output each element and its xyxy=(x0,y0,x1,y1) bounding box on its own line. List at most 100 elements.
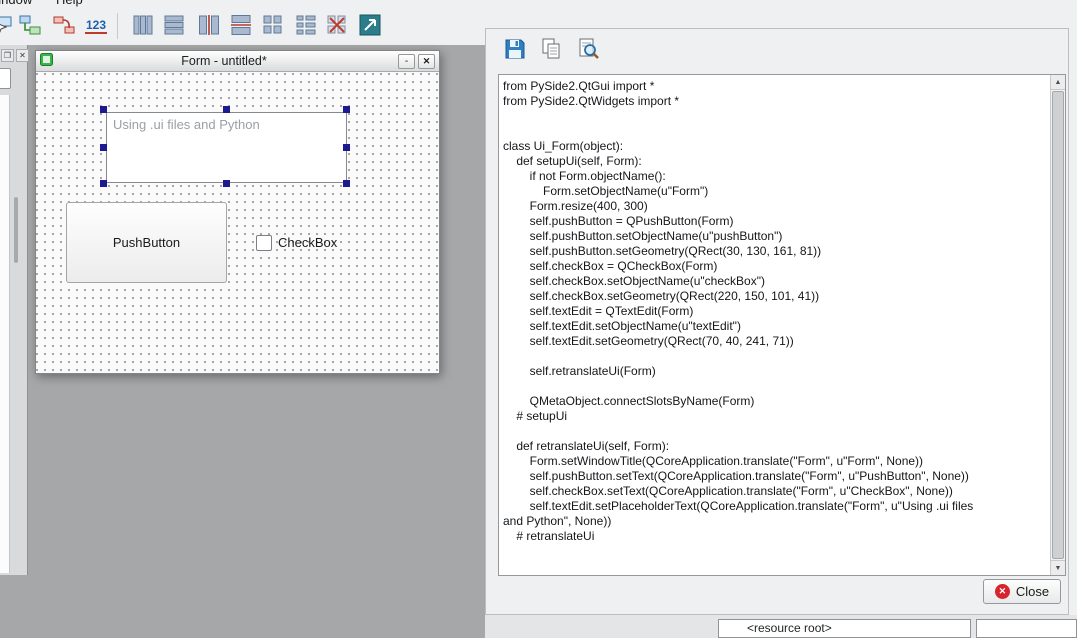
selection-handle-se[interactable] xyxy=(343,180,350,187)
scroll-down-icon[interactable]: ▼ xyxy=(1051,560,1065,575)
code-line: class Ui_Form(object): xyxy=(503,139,1048,154)
close-window-button[interactable]: ✕ xyxy=(418,54,435,69)
edit-tab-order-button[interactable]: 123 xyxy=(82,11,110,41)
code-line: self.checkBox.setText(QCoreApplication.t… xyxy=(503,484,1048,499)
code-line: from PySide2.QtGui import * xyxy=(503,79,1048,94)
layout-form-button[interactable] xyxy=(292,11,320,41)
break-layout-button[interactable] xyxy=(323,11,351,41)
menubar: Window Help xyxy=(0,0,485,8)
edit-widgets-icon xyxy=(0,14,13,39)
save-code-button[interactable] xyxy=(500,35,530,65)
layout-horizontal-splitter-button[interactable] xyxy=(195,11,223,41)
edit-buddies-icon xyxy=(52,13,76,40)
code-line: self.textEdit.setGeometry(QRect(70, 40, … xyxy=(503,334,1048,349)
form-window-icon xyxy=(40,53,53,69)
dock-close-button[interactable]: ✕ xyxy=(16,49,29,62)
widget-box-dock: ❐ ✕ xyxy=(0,45,28,575)
code-scrollbar[interactable]: ▲ ▼ xyxy=(1050,75,1065,575)
code-line: Form.setObjectName(u"Form") xyxy=(503,184,1048,199)
adjust-size-icon xyxy=(358,13,382,40)
scroll-up-icon[interactable]: ▲ xyxy=(1051,75,1065,90)
selection-handle-n[interactable] xyxy=(223,106,230,113)
edit-widgets-button[interactable] xyxy=(0,11,16,41)
layout-horizontal-splitter-icon xyxy=(197,13,221,40)
menu-window[interactable]: Window xyxy=(0,0,32,7)
close-button-label: Close xyxy=(1016,584,1049,599)
code-line xyxy=(503,379,1048,394)
qt-designer-screen: Window Help 123 xyxy=(0,0,1077,638)
close-button[interactable]: ✕ Close xyxy=(983,579,1061,604)
code-line xyxy=(503,124,1048,139)
code-line: self.pushButton.setGeometry(QRect(30, 13… xyxy=(503,244,1048,259)
code-view[interactable]: from PySide2.QtGui import *from PySide2.… xyxy=(498,74,1066,576)
code-line xyxy=(503,349,1048,364)
pushbutton-widget[interactable]: PushButton xyxy=(66,202,227,283)
code-dialog-toolbar xyxy=(500,35,604,65)
code-line: self.checkBox.setObjectName(u"checkBox") xyxy=(503,274,1048,289)
layout-form-icon xyxy=(294,13,318,40)
code-line: def retranslateUi(self, Form): xyxy=(503,439,1048,454)
code-line: Form.resize(400, 300) xyxy=(503,199,1048,214)
code-line xyxy=(503,109,1048,124)
dock-float-button[interactable]: ❐ xyxy=(1,49,14,62)
scrollbar-thumb[interactable] xyxy=(1052,91,1064,559)
code-line: self.pushButton.setObjectName(u"pushButt… xyxy=(503,229,1048,244)
toolbar-separator xyxy=(117,13,118,39)
selection-handle-s[interactable] xyxy=(223,180,230,187)
edit-signals-slots-icon xyxy=(18,13,42,40)
copy-code-button[interactable] xyxy=(537,35,567,65)
code-line: from PySide2.QtWidgets import * xyxy=(503,94,1048,109)
code-line: QMetaObject.connectSlotsByName(Form) xyxy=(503,394,1048,409)
widget-box-list[interactable] xyxy=(0,95,10,573)
checkbox-label: CheckBox xyxy=(278,235,337,250)
resource-editor-strip: <resource root> xyxy=(485,615,1077,638)
code-text: from PySide2.QtGui import *from PySide2.… xyxy=(499,75,1050,575)
resource-root-item[interactable]: <resource root> xyxy=(747,621,832,635)
code-line: Form.setWindowTitle(QCoreApplication.tra… xyxy=(503,454,1048,469)
resource-tree-panel[interactable]: <resource root> xyxy=(718,619,971,638)
code-line xyxy=(503,424,1048,439)
break-layout-icon xyxy=(325,13,349,40)
code-line: self.checkBox = QCheckBox(Form) xyxy=(503,259,1048,274)
layout-vertical-button[interactable] xyxy=(160,11,188,41)
selection-handle-w[interactable] xyxy=(100,144,107,151)
form-editor-window: Form - untitled* - ✕ Using .ui files and… xyxy=(35,50,440,374)
layout-vertical-icon xyxy=(162,13,186,40)
selection-handle-nw[interactable] xyxy=(100,106,107,113)
main-toolbar: 123 xyxy=(0,9,485,45)
layout-horizontal-icon xyxy=(131,13,155,40)
minimize-button[interactable]: - xyxy=(398,54,415,69)
code-line: # retranslateUi xyxy=(503,529,1048,544)
code-line: # setupUi xyxy=(503,409,1048,424)
layout-grid-icon xyxy=(261,13,285,40)
layout-horizontal-button[interactable] xyxy=(129,11,157,41)
selection-handle-sw[interactable] xyxy=(100,180,107,187)
checkbox-indicator xyxy=(256,235,272,251)
selection-handle-ne[interactable] xyxy=(343,106,350,113)
edit-tab-order-icon: 123 xyxy=(85,18,107,34)
selection-handle-e[interactable] xyxy=(343,144,350,151)
edit-signals-slots-button[interactable] xyxy=(16,11,44,41)
form-window-title: Form - untitled* xyxy=(53,54,395,68)
form-canvas[interactable]: Using .ui files and Python PushButton Ch… xyxy=(36,72,439,373)
layout-vertical-splitter-button[interactable] xyxy=(227,11,255,41)
save-icon xyxy=(502,36,528,65)
dock-scrollbar[interactable] xyxy=(14,197,18,263)
checkbox-widget[interactable]: CheckBox xyxy=(256,222,357,263)
find-code-button[interactable] xyxy=(574,35,604,65)
code-line: def setupUi(self, Form): xyxy=(503,154,1048,169)
code-line: self.textEdit.setObjectName(u"textEdit") xyxy=(503,319,1048,334)
adjust-size-button[interactable] xyxy=(356,11,384,41)
code-line: and Python", None)) xyxy=(503,514,1048,529)
code-line: self.pushButton.setText(QCoreApplication… xyxy=(503,469,1048,484)
widget-filter-input[interactable] xyxy=(0,68,11,89)
edit-buddies-button[interactable] xyxy=(50,11,78,41)
resource-side-panel[interactable] xyxy=(976,619,1077,638)
textedit-widget[interactable]: Using .ui files and Python xyxy=(106,112,347,183)
menu-help[interactable]: Help xyxy=(56,0,83,7)
code-line: self.pushButton = QPushButton(Form) xyxy=(503,214,1048,229)
layout-grid-button[interactable] xyxy=(259,11,287,41)
code-line: if not Form.objectName(): xyxy=(503,169,1048,184)
form-titlebar[interactable]: Form - untitled* - ✕ xyxy=(36,51,439,72)
copy-icon xyxy=(539,36,565,65)
